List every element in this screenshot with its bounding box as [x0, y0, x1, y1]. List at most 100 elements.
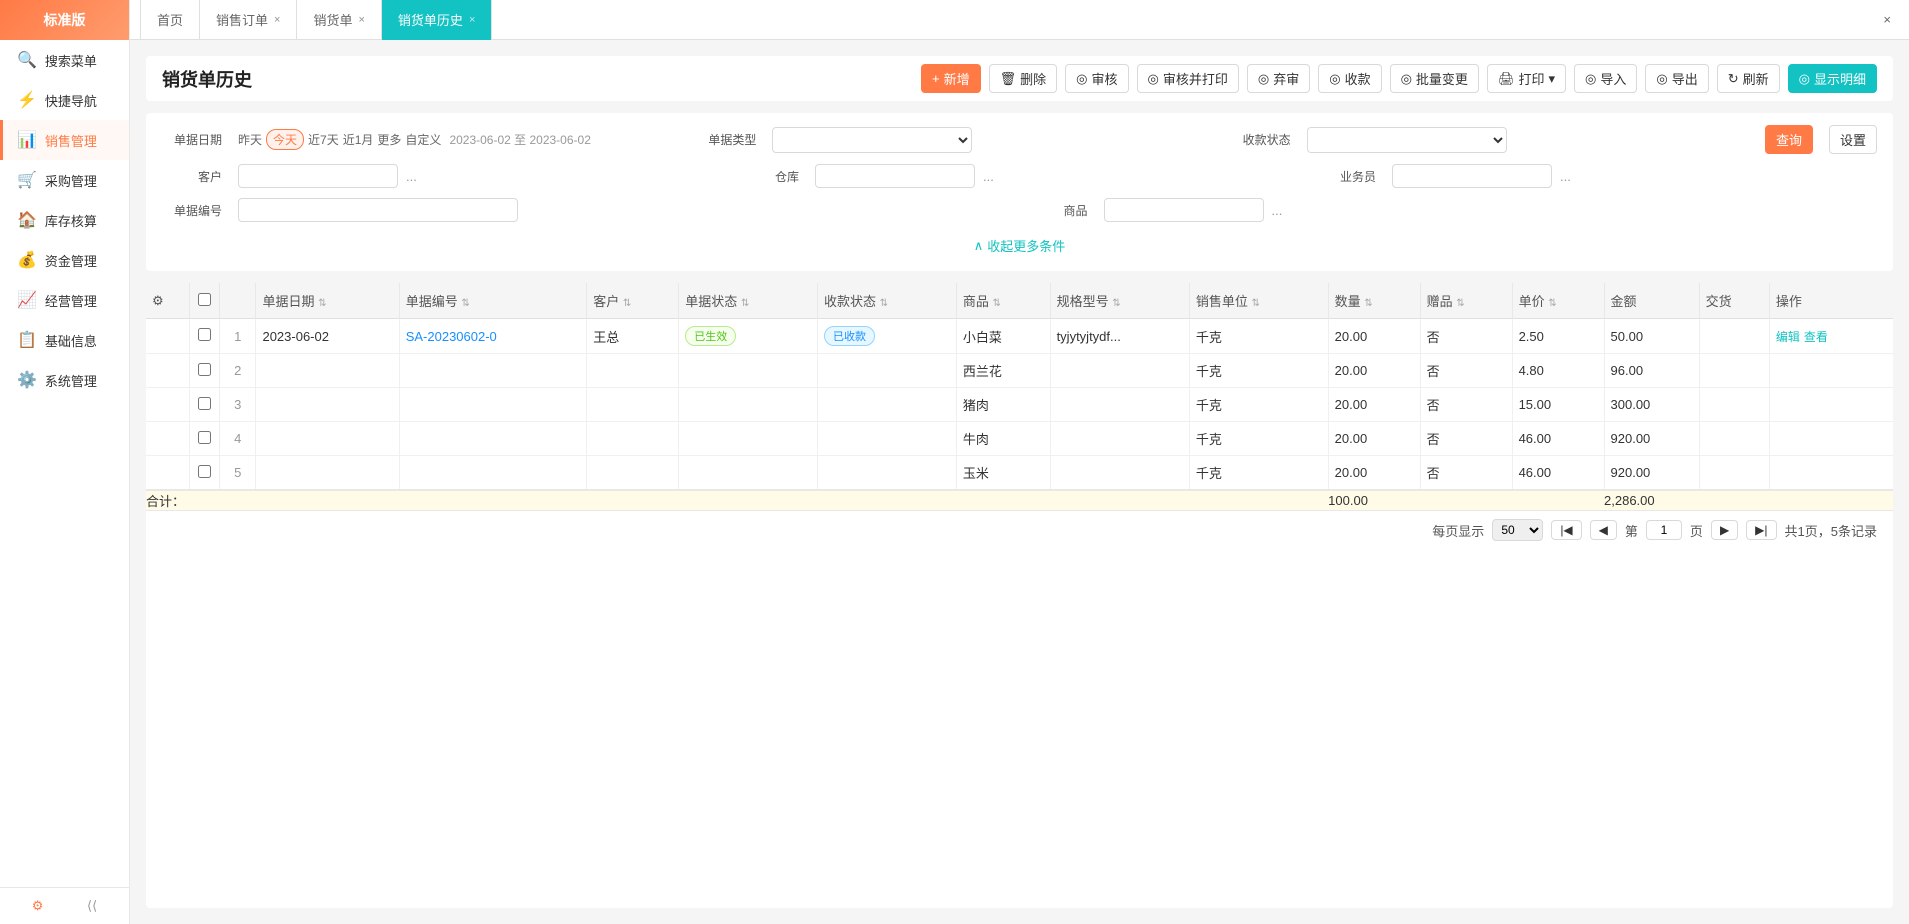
- sidebar-item-operations[interactable]: 📈 经营管理: [0, 280, 129, 320]
- col-payment-status[interactable]: 收款状态 ⇅: [818, 283, 957, 319]
- close-all-tabs-button[interactable]: ×: [1875, 8, 1899, 31]
- select-all-checkbox[interactable]: [198, 293, 211, 306]
- edit-button[interactable]: 编辑: [1776, 328, 1800, 345]
- tab-home[interactable]: 首页: [140, 0, 200, 40]
- cell-checkbox[interactable]: [190, 319, 220, 354]
- export-button[interactable]: ◎ 导出: [1645, 64, 1708, 93]
- col-price[interactable]: 单价 ⇅: [1512, 283, 1604, 319]
- salesperson-picker[interactable]: ...: [1560, 169, 1571, 184]
- col-doc-date[interactable]: 单据日期 ⇅: [256, 283, 399, 319]
- shortcut-yesterday[interactable]: 昨天: [238, 131, 262, 148]
- row-checkbox[interactable]: [198, 465, 211, 478]
- collapse-button[interactable]: ∧ 收起更多条件: [162, 232, 1877, 259]
- abandon-button[interactable]: ◎ 弃审: [1247, 64, 1310, 93]
- col-checkbox[interactable]: [190, 283, 220, 319]
- customer-input[interactable]: [238, 164, 398, 188]
- cell-customer: [587, 456, 679, 491]
- cell-doc-no[interactable]: SA-20230602-0: [399, 319, 587, 354]
- next-page-button[interactable]: ▶: [1711, 520, 1738, 540]
- shortcut-7days[interactable]: 近7天: [308, 131, 339, 148]
- import-button[interactable]: ◎ 导入: [1574, 64, 1637, 93]
- shortcut-1month[interactable]: 近1月: [343, 131, 374, 148]
- query-button[interactable]: 查询: [1765, 125, 1813, 154]
- salesperson-input[interactable]: [1392, 164, 1552, 188]
- col-doc-no[interactable]: 单据编号 ⇅: [399, 283, 587, 319]
- warehouse-picker[interactable]: ...: [983, 169, 994, 184]
- last-page-button[interactable]: ▶|: [1746, 520, 1776, 540]
- cell-unit: 千克: [1189, 422, 1328, 456]
- col-doc-status[interactable]: 单据状态 ⇅: [679, 283, 818, 319]
- sidebar-item-inventory[interactable]: 🏠 库存核算: [0, 200, 129, 240]
- cell-checkbox[interactable]: [190, 422, 220, 456]
- cell-price: 15.00: [1512, 388, 1604, 422]
- doc-no-input[interactable]: [238, 198, 518, 222]
- audit-button[interactable]: ◎ 审核: [1065, 64, 1128, 93]
- tab-sales-goods-close[interactable]: ×: [358, 14, 364, 26]
- cell-doc-no[interactable]: [399, 456, 587, 491]
- sidebar-item-finance[interactable]: 💰 资金管理: [0, 240, 129, 280]
- tab-sales-history[interactable]: 销货单历史 ×: [382, 0, 492, 40]
- col-unit[interactable]: 销售单位 ⇅: [1189, 283, 1328, 319]
- sort-icon: ⇅: [318, 298, 326, 309]
- pagination-area: 每页显示 50 20 100 |◀ ◀ 第 页 ▶ ▶| 共1页，5条记录: [146, 510, 1893, 549]
- col-customer[interactable]: 客户 ⇅: [587, 283, 679, 319]
- tab-sales-goods[interactable]: 销货单 ×: [297, 0, 381, 40]
- show-detail-button[interactable]: ◎ 显示明细: [1788, 64, 1877, 93]
- cell-transaction: [1699, 319, 1769, 354]
- audit-print-button[interactable]: ◎ 审核并打印: [1137, 64, 1239, 93]
- col-settings[interactable]: ⚙: [146, 283, 190, 319]
- customer-picker[interactable]: ...: [406, 169, 417, 184]
- first-page-button[interactable]: |◀: [1551, 520, 1581, 540]
- row-checkbox[interactable]: [198, 431, 211, 444]
- sidebar-settings-icon[interactable]: ⚙: [32, 898, 44, 914]
- page-size-select[interactable]: 50 20 100: [1492, 519, 1543, 541]
- tab-sales-history-close[interactable]: ×: [469, 14, 475, 26]
- sidebar-item-purchase[interactable]: 🛒 采购管理: [0, 160, 129, 200]
- tab-sales-order[interactable]: 销售订单 ×: [200, 0, 297, 40]
- salesperson-label: 业务员: [1316, 168, 1376, 185]
- cell-checkbox[interactable]: [190, 354, 220, 388]
- row-checkbox[interactable]: [198, 328, 211, 341]
- sidebar-item-search[interactable]: 🔍 搜索菜单: [0, 40, 129, 80]
- page-input[interactable]: [1646, 520, 1682, 540]
- shortcut-today[interactable]: 今天: [266, 129, 304, 150]
- shortcut-more[interactable]: 更多: [377, 131, 401, 148]
- col-quantity[interactable]: 数量 ⇅: [1328, 283, 1420, 319]
- cell-checkbox[interactable]: [190, 456, 220, 491]
- sidebar-item-sales[interactable]: 📊 销售管理: [0, 120, 129, 160]
- refresh-button[interactable]: ↻ 刷新: [1717, 64, 1780, 93]
- cell-doc-no[interactable]: [399, 354, 587, 388]
- filter-row-2: 客户 ... 仓库 ... 业务员 ...: [162, 164, 1877, 188]
- table-scroll[interactable]: ⚙ 单据日期 ⇅ 单据编号 ⇅ 客户 ⇅ 单据状态 ⇅ 收款状态 ⇅ 商品 ⇅ …: [146, 283, 1893, 510]
- row-checkbox[interactable]: [198, 363, 211, 376]
- goods-input[interactable]: [1104, 198, 1264, 222]
- warehouse-input[interactable]: [815, 164, 975, 188]
- shortcut-custom[interactable]: 自定义: [405, 131, 441, 148]
- col-gift[interactable]: 赠品 ⇅: [1420, 283, 1512, 319]
- col-spec[interactable]: 规格型号 ⇅: [1050, 283, 1189, 319]
- cell-checkbox[interactable]: [190, 388, 220, 422]
- print-button[interactable]: 🖨 打印 ▾: [1487, 64, 1566, 93]
- col-customer-label: 客户: [593, 294, 619, 309]
- doc-type-select[interactable]: [772, 127, 972, 153]
- doc-type-label: 单据类型: [696, 131, 756, 148]
- sidebar-item-shortcut[interactable]: ⚡ 快捷导航: [0, 80, 129, 120]
- sidebar-item-system[interactable]: ⚙️ 系统管理: [0, 360, 129, 400]
- collect-button[interactable]: ◎ 收款: [1318, 64, 1381, 93]
- doc-no-field: [238, 198, 1012, 222]
- batch-change-button[interactable]: ◎ 批量变更: [1390, 64, 1479, 93]
- sidebar-collapse-icon[interactable]: ⟨⟨: [87, 898, 97, 914]
- goods-picker[interactable]: ...: [1272, 203, 1283, 218]
- row-checkbox[interactable]: [198, 397, 211, 410]
- payment-status-select[interactable]: [1307, 127, 1507, 153]
- col-goods[interactable]: 商品 ⇅: [956, 283, 1050, 319]
- delete-button[interactable]: 🗑 删除: [989, 64, 1058, 93]
- sidebar-item-basic[interactable]: 📋 基础信息: [0, 320, 129, 360]
- add-button[interactable]: + 新增: [921, 64, 981, 93]
- view-button[interactable]: 查看: [1804, 328, 1828, 345]
- cell-doc-no[interactable]: [399, 388, 587, 422]
- cell-doc-no[interactable]: [399, 422, 587, 456]
- settings-button[interactable]: 设置: [1829, 125, 1877, 154]
- prev-page-button[interactable]: ◀: [1590, 520, 1617, 540]
- tab-sales-order-close[interactable]: ×: [274, 14, 280, 26]
